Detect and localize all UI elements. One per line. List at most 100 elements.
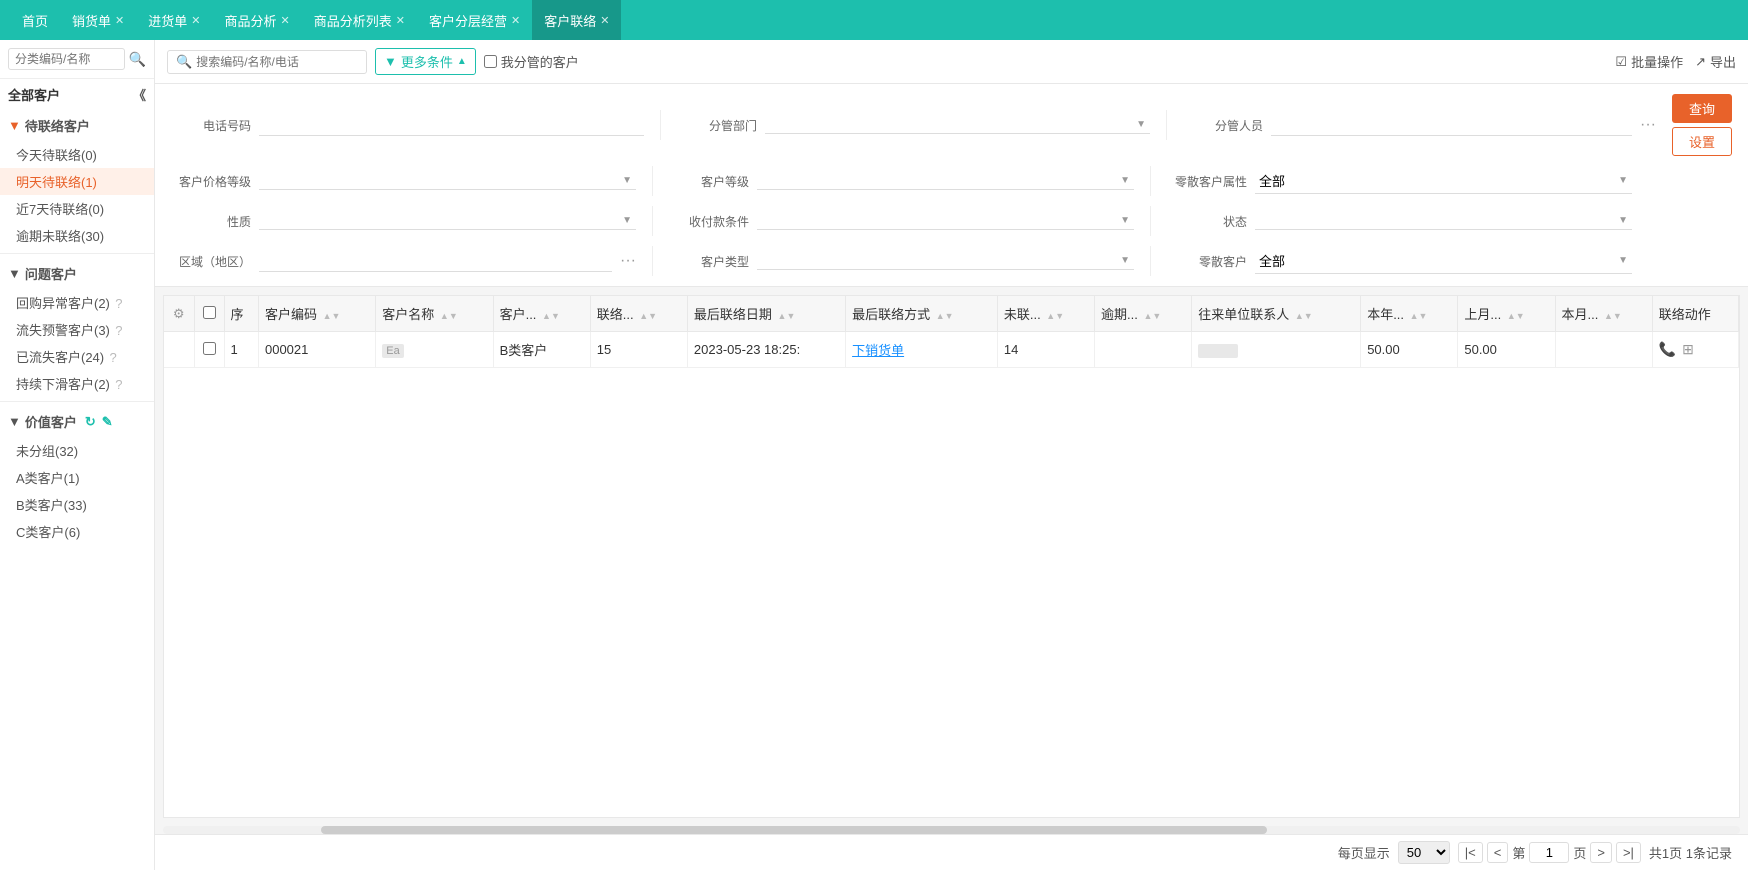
filter-type-select[interactable]: ▼ (757, 252, 1134, 270)
action-phone-icon[interactable]: 📞 (1659, 341, 1676, 358)
page-size-select[interactable]: 50 100 200 (1398, 841, 1450, 864)
sidebar-today-contact[interactable]: 今天待联络(0) (0, 141, 154, 168)
select-all-checkbox[interactable] (203, 306, 216, 319)
filter-region-dots[interactable]: ··· (620, 252, 636, 270)
row-contact-person (1192, 332, 1361, 368)
sidebar-overdue-contact[interactable]: 逾期未联络(30) (0, 222, 154, 249)
row-checkbox[interactable] (194, 332, 224, 368)
col-unlink-days[interactable]: 未联... ▲▼ (997, 296, 1094, 332)
sidebar-ungrouped[interactable]: 未分组(32) (0, 437, 154, 464)
sidebar-type-c[interactable]: C类客户(6) (0, 518, 154, 545)
nav-product-analysis[interactable]: 商品分析 ✕ (212, 0, 301, 40)
customers-table: ⚙ 序 客户编码 ▲▼ 客户名称 ▲▼ 客户... ▲▼ 联络... ▲▼ 最后… (164, 296, 1739, 368)
sidebar-continuous-decline[interactable]: 持续下滑客户(2) ? (0, 370, 154, 397)
table-header-row: ⚙ 序 客户编码 ▲▼ 客户名称 ▲▼ 客户... ▲▼ 联络... ▲▼ 最后… (164, 296, 1739, 332)
toolbar-right-actions: ☑ 批量操作 ↗ 导出 (1615, 52, 1736, 71)
row-last-method[interactable]: 下销货单 (846, 332, 998, 368)
sidebar-problem-header[interactable]: ▼ 问题客户 (0, 258, 154, 289)
sidebar-value-header[interactable]: ▼ 价值客户 ↻ ✎ (0, 406, 154, 437)
filter-payment-select[interactable]: ▼ (757, 212, 1134, 230)
horizontal-scrollbar[interactable] (163, 826, 1740, 834)
col-setting[interactable]: ⚙ (164, 296, 194, 332)
col-contact-person[interactable]: 往来单位联系人 ▲▼ (1192, 296, 1361, 332)
nav-customer-contact-close[interactable]: ✕ (600, 14, 609, 27)
next-page-btn[interactable]: > (1590, 842, 1612, 863)
sidebar-type-a[interactable]: A类客户(1) (0, 464, 154, 491)
filter-nature-select[interactable]: ▼ (259, 212, 636, 230)
sidebar-search-input[interactable] (8, 48, 125, 70)
filter-person-dots[interactable]: ··· (1640, 116, 1656, 134)
first-page-btn[interactable]: |< (1458, 842, 1483, 863)
row-last-date: 2023-05-23 18:25: (687, 332, 845, 368)
sidebar-all-customers[interactable]: 全部客户 《 (0, 79, 154, 110)
footer: 每页显示 50 100 200 |< < 第 页 > >| 共1页 1条记录 (155, 834, 1748, 870)
filter-status-select[interactable]: ▼ (1255, 212, 1632, 230)
content-area: 🔍 ▼ 更多条件 ▲ 我分管的客户 ☑ 批量操作 ↗ 导出 (155, 40, 1748, 870)
row-name[interactable]: Ea (376, 332, 493, 368)
col-this-month[interactable]: 本月... ▲▼ (1555, 296, 1652, 332)
filter-retail-select[interactable]: 全部▼ (1255, 248, 1632, 274)
prev-page-btn[interactable]: < (1487, 842, 1509, 863)
sidebar-churned[interactable]: 已流失客户(24) ? (0, 343, 154, 370)
scrollbar-thumb[interactable] (321, 826, 1267, 834)
nav-customer-contact[interactable]: 客户联络 ✕ (532, 0, 621, 40)
filter-retail-attr-select[interactable]: 全部▼ (1255, 168, 1632, 194)
sidebar-type-b[interactable]: B类客户(33) (0, 491, 154, 518)
search-box[interactable]: 🔍 (167, 50, 367, 74)
nav-product-analysis-list[interactable]: 商品分析列表 ✕ (302, 0, 417, 40)
col-type[interactable]: 客户... ▲▼ (493, 296, 590, 332)
filter-dept-select[interactable]: ▼ (765, 116, 1150, 134)
table-container: ⚙ 序 客户编码 ▲▼ 客户名称 ▲▼ 客户... ▲▼ 联络... ▲▼ 最后… (163, 295, 1740, 818)
nav-product-analysis-close[interactable]: ✕ (281, 14, 290, 27)
sidebar-search-icon[interactable]: 🔍 (129, 51, 146, 68)
action-grid-icon[interactable]: ⊞ (1682, 341, 1694, 358)
search-input[interactable] (196, 55, 358, 69)
col-this-year[interactable]: 本年... ▲▼ (1361, 296, 1458, 332)
row-type: B类客户 (493, 332, 590, 368)
sidebar-churn-warning[interactable]: 流失预警客户(3) ? (0, 316, 154, 343)
sidebar: 🔍 全部客户 《 ▼ 待联络客户 今天待联络(0) 明天待联络(1) 近7天待联… (0, 40, 155, 870)
sidebar-collapse-icon[interactable]: 《 (133, 85, 146, 104)
row-unlink-days: 14 (997, 332, 1094, 368)
sidebar-pending-contact-header[interactable]: ▼ 待联络客户 (0, 110, 154, 141)
filter-level-select[interactable]: ▼ (757, 172, 1134, 190)
filter-person-input[interactable] (1271, 115, 1632, 136)
page-number-input[interactable] (1529, 842, 1569, 863)
nav-purchase-order[interactable]: 进货单 ✕ (136, 0, 212, 40)
last-page-btn[interactable]: >| (1616, 842, 1641, 863)
batch-checkbox-icon: ☑ (1615, 54, 1627, 70)
nav-product-analysis-list-close[interactable]: ✕ (396, 14, 405, 27)
row-setting[interactable] (164, 332, 194, 368)
col-last-month[interactable]: 上月... ▲▼ (1458, 296, 1555, 332)
filter-price-select[interactable]: ▼ (259, 172, 636, 190)
nav-sales-order-close[interactable]: ✕ (115, 14, 124, 27)
col-checkbox-header[interactable] (194, 296, 224, 332)
export-btn[interactable]: ↗ 导出 (1695, 52, 1736, 71)
nav-customer-tier-close[interactable]: ✕ (511, 14, 520, 27)
filter-row-3: 性质 ▼ 收付款条件 ▼ 状态 ▼ (171, 206, 1732, 236)
filter-region-input[interactable] (259, 251, 612, 272)
query-btn[interactable]: 查询 (1672, 94, 1732, 123)
col-code[interactable]: 客户编码 ▲▼ (258, 296, 375, 332)
nav-purchase-order-close[interactable]: ✕ (191, 14, 200, 27)
col-last-method[interactable]: 最后联络方式 ▲▼ (846, 296, 998, 332)
setting-btn[interactable]: 设置 (1672, 127, 1732, 156)
my-customers-check[interactable] (484, 55, 497, 68)
nav-home[interactable]: 首页 (10, 0, 60, 40)
nav-customer-tier[interactable]: 客户分层经营 ✕ (417, 0, 532, 40)
col-name[interactable]: 客户名称 ▲▼ (376, 296, 493, 332)
filter-phone-input[interactable] (259, 115, 644, 136)
col-contact-count[interactable]: 联络... ▲▼ (590, 296, 687, 332)
batch-action-btn[interactable]: ☑ 批量操作 (1615, 52, 1683, 71)
filter-phone: 电话号码 (171, 115, 644, 136)
nav-sales-order[interactable]: 销货单 ✕ (60, 0, 136, 40)
sidebar-tomorrow-contact[interactable]: 明天待联络(1) (0, 168, 154, 195)
row-code[interactable]: 000021 (258, 332, 375, 368)
sidebar-repurchase-anomaly[interactable]: 回购异常客户(2) ? (0, 289, 154, 316)
more-filter-btn[interactable]: ▼ 更多条件 ▲ (375, 48, 476, 75)
row-no: 1 (224, 332, 258, 368)
my-customers-checkbox[interactable]: 我分管的客户 (484, 52, 579, 71)
col-overdue[interactable]: 逾期... ▲▼ (1095, 296, 1192, 332)
sidebar-7days-contact[interactable]: 近7天待联络(0) (0, 195, 154, 222)
col-last-date[interactable]: 最后联络日期 ▲▼ (687, 296, 845, 332)
